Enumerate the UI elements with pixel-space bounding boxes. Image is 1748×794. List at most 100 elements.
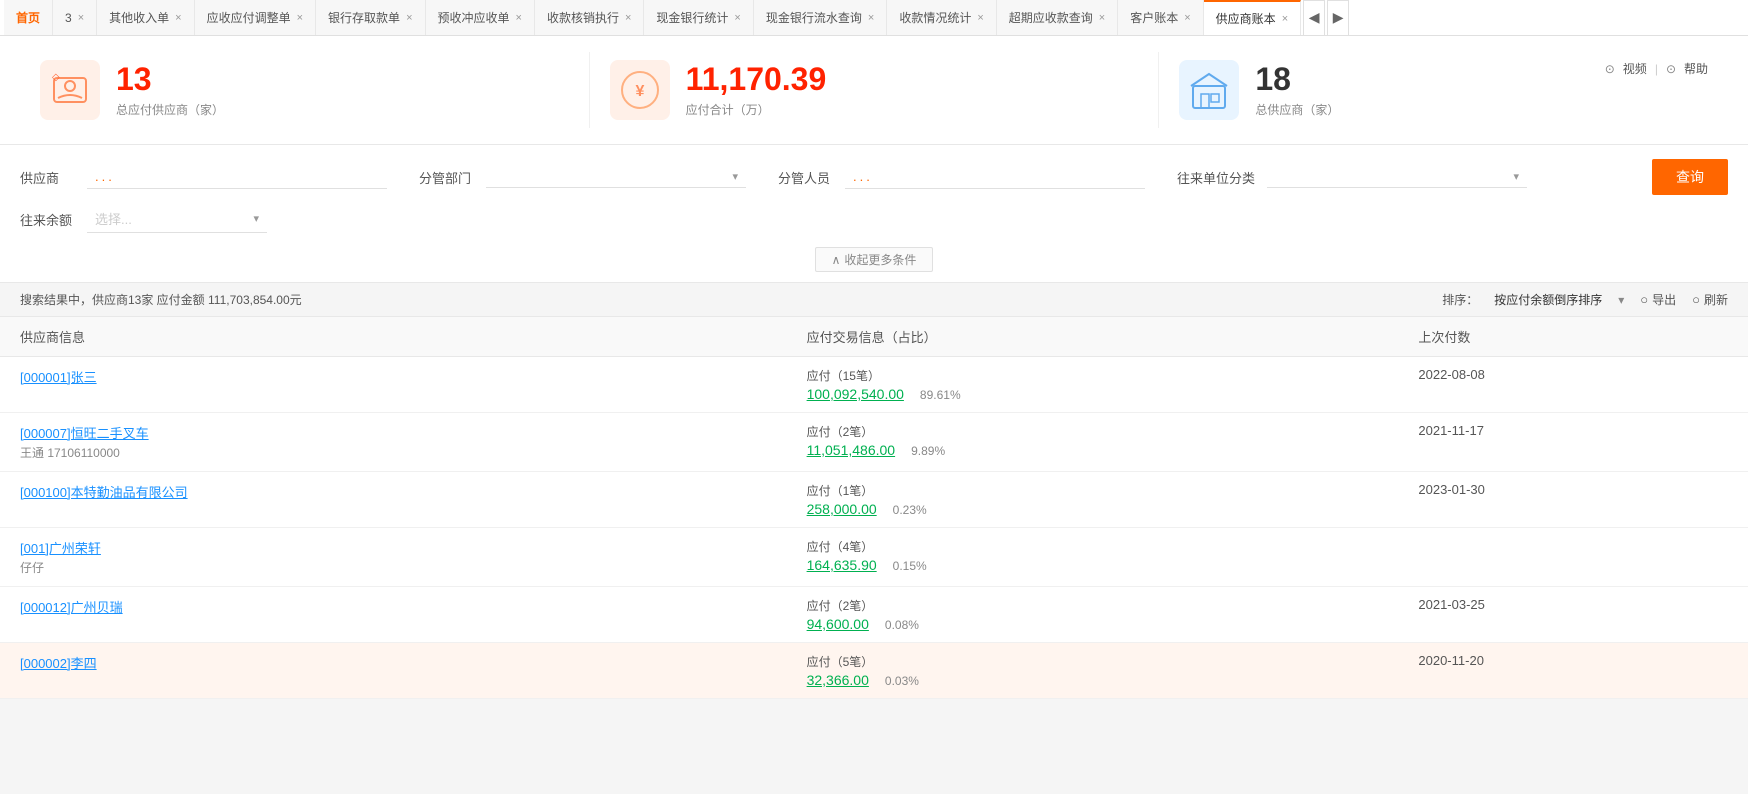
export-button[interactable]: ○ 导出 xyxy=(1640,291,1676,308)
total-supplier-number: 18 xyxy=(1255,62,1339,97)
top-right-links: ⊙ 视频 | ⊙ 帮助 xyxy=(1605,60,1708,77)
refresh-button[interactable]: ○ 刷新 xyxy=(1692,291,1728,308)
tab-bar: 首页 3 × 其他收入单 × 应收应付调整单 × 银行存取款单 × 预收冲应收单… xyxy=(0,0,1748,36)
dept-filter-label: 分管部门 xyxy=(419,168,474,187)
table-container: 供应商信息 应付交易信息（占比） 上次付数 [000001]张三应付（15笔）1… xyxy=(0,317,1748,699)
help-link[interactable]: 帮助 xyxy=(1684,60,1708,77)
sort-arrow-icon: ▾ xyxy=(1618,293,1624,307)
supplier-link-5[interactable]: [000002]李四 xyxy=(20,656,97,671)
tab-cashstat-label: 现金银行统计 xyxy=(656,9,728,26)
supplier-link-2[interactable]: [000100]本特勤油品有限公司 xyxy=(20,485,188,500)
tab-adjust-close[interactable]: × xyxy=(297,12,303,24)
supplier-filter-label: 供应商 xyxy=(20,168,75,187)
last-pay-5: 2020-11-20 xyxy=(1398,643,1748,699)
supplier-link-0[interactable]: [000001]张三 xyxy=(20,370,97,385)
amount-label: 应付合计（万） xyxy=(686,101,827,118)
tab-recstat-close[interactable]: × xyxy=(977,12,983,24)
balance-dropdown-arrow: ▾ xyxy=(253,212,259,225)
tab-suppbook[interactable]: 供应商账本 × xyxy=(1204,0,1301,36)
result-text: 搜索结果中，供应商13家 应付金额 111,703,854.00元 xyxy=(20,291,302,308)
tab-verify[interactable]: 收款核销执行 × xyxy=(535,0,644,36)
tab-verify-close[interactable]: × xyxy=(625,12,631,24)
tab-suppbook-close[interactable]: × xyxy=(1282,13,1288,25)
tx-percent-5: 0.03% xyxy=(885,674,919,688)
person-filter-label: 分管人员 xyxy=(778,168,833,187)
tab-nav-prev[interactable]: ◀ xyxy=(1303,0,1325,36)
tab-recstat-label: 收款情况统计 xyxy=(899,9,971,26)
tab-cashflow[interactable]: 现金银行流水查询 × xyxy=(754,0,887,36)
filter-row-2: 往来余额 选择... ▾ xyxy=(20,205,1728,233)
sort-value[interactable]: 按应付余额倒序排序 xyxy=(1494,291,1602,308)
tx-label-5: 应付（5笔） xyxy=(807,653,1379,670)
supplier-input[interactable]: ... xyxy=(87,165,387,189)
collapse-label: 收起更多条件 xyxy=(844,251,916,268)
category-select[interactable]: ▾ xyxy=(1267,166,1527,188)
tab-custbook-close[interactable]: × xyxy=(1184,12,1190,24)
supplier-link-3[interactable]: [001]广州荣轩 xyxy=(20,541,101,556)
dept-select[interactable]: ▾ xyxy=(486,166,746,188)
tab-cashstat[interactable]: 现金银行统计 × xyxy=(644,0,753,36)
person-input[interactable]: ... xyxy=(845,165,1145,189)
tx-amount-4[interactable]: 94,600.00 xyxy=(807,616,869,632)
svg-text:◇: ◇ xyxy=(52,72,60,83)
tab-cashflow-close[interactable]: × xyxy=(868,12,874,24)
supplier-payable-icon: ◇ xyxy=(40,60,100,120)
tx-amount-3[interactable]: 164,635.90 xyxy=(807,557,877,573)
tab-overdue-label: 超期应收款查询 xyxy=(1009,9,1093,26)
last-pay-3 xyxy=(1398,528,1748,587)
tab-custbook[interactable]: 客户账本 × xyxy=(1118,0,1203,36)
collapse-arrow-icon: ∧ xyxy=(832,253,841,267)
tab-overdue-close[interactable]: × xyxy=(1099,12,1105,24)
tab-cashflow-label: 现金银行流水查询 xyxy=(766,9,862,26)
last-pay-4: 2021-03-25 xyxy=(1398,587,1748,643)
supplier-link-1[interactable]: [000007]恒旺二手叉车 xyxy=(20,426,149,441)
tx-amount-1[interactable]: 11,051,486.00 xyxy=(807,442,896,458)
tab-3[interactable]: 3 × xyxy=(53,0,97,36)
collapse-button[interactable]: ∧ 收起更多条件 xyxy=(815,247,934,272)
last-pay-0: 2022-08-08 xyxy=(1398,357,1748,413)
tx-percent-4: 0.08% xyxy=(885,618,919,632)
tab-cashstat-close[interactable]: × xyxy=(734,12,740,24)
table-row: [000002]李四 应付（5笔） 32,366.00 0.03% 2020-11-20 xyxy=(0,643,1748,699)
tx-label-4: 应付（2笔） xyxy=(807,597,1379,614)
tab-income[interactable]: 其他收入单 × xyxy=(97,0,194,36)
tab-income-label: 其他收入单 xyxy=(109,9,169,26)
tab-bank[interactable]: 银行存取款单 × xyxy=(316,0,425,36)
supplier-payable-number: 13 xyxy=(116,62,224,97)
store-icon xyxy=(1179,60,1239,120)
summary-bar: ◇ 13 总应付供应商（家） ¥ 11,170.39 应付合计（万） xyxy=(0,36,1748,145)
query-button[interactable]: 查询 xyxy=(1652,159,1728,195)
col-header-lastpay: 上次付数 xyxy=(1398,317,1748,357)
filter-row-1: 供应商 ... 分管部门 ▾ 分管人员 ... 往来单位分类 ▾ 查询 xyxy=(20,159,1728,195)
video-link[interactable]: 视频 xyxy=(1623,60,1647,77)
tx-percent-3: 0.15% xyxy=(893,559,927,573)
data-table: 供应商信息 应付交易信息（占比） 上次付数 [000001]张三应付（15笔）1… xyxy=(0,317,1748,699)
balance-value: 选择... xyxy=(95,209,132,228)
tab-income-close[interactable]: × xyxy=(175,12,181,24)
table-row: [000100]本特勤油品有限公司应付（1笔）258,000.000.23%20… xyxy=(0,472,1748,528)
tab-home[interactable]: 首页 xyxy=(4,0,53,36)
summary-text-supplier-payable: 13 总应付供应商（家） xyxy=(116,62,224,118)
tx-percent-1: 9.89% xyxy=(911,444,945,458)
tab-nav-next[interactable]: ▶ xyxy=(1327,0,1349,36)
table-row: [000007]恒旺二手叉车王通 17106110000应付（2笔）11,051… xyxy=(0,413,1748,472)
tab-bank-close[interactable]: × xyxy=(406,12,412,24)
tx-label-2: 应付（1笔） xyxy=(807,482,1379,499)
right-actions: 排序： 按应付余额倒序排序 ▾ ○ 导出 ○ 刷新 xyxy=(1442,291,1728,308)
tab-adjust[interactable]: 应收应付调整单 × xyxy=(195,0,316,36)
tx-amount-0[interactable]: 100,092,540.00 xyxy=(807,386,904,402)
amount-number: 11,170.39 xyxy=(686,62,827,97)
tx-amount-2[interactable]: 258,000.00 xyxy=(807,501,877,517)
tx-amount-5[interactable]: 32,366.00 xyxy=(807,672,869,688)
last-pay-2: 2023-01-30 xyxy=(1398,472,1748,528)
refresh-label: 刷新 xyxy=(1704,291,1728,308)
tab-prepay-close[interactable]: × xyxy=(516,12,522,24)
balance-select[interactable]: 选择... ▾ xyxy=(87,205,267,233)
tab-suppbook-label: 供应商账本 xyxy=(1216,10,1276,27)
summary-text-total-supplier: 18 总供应商（家） xyxy=(1255,62,1339,118)
tab-recstat[interactable]: 收款情况统计 × xyxy=(887,0,996,36)
tab-overdue[interactable]: 超期应收款查询 × xyxy=(997,0,1118,36)
supplier-link-4[interactable]: [000012]广州贝瑞 xyxy=(20,600,123,615)
tab-prepay[interactable]: 预收冲应收单 × xyxy=(426,0,535,36)
tab-3-close[interactable]: × xyxy=(78,12,84,24)
